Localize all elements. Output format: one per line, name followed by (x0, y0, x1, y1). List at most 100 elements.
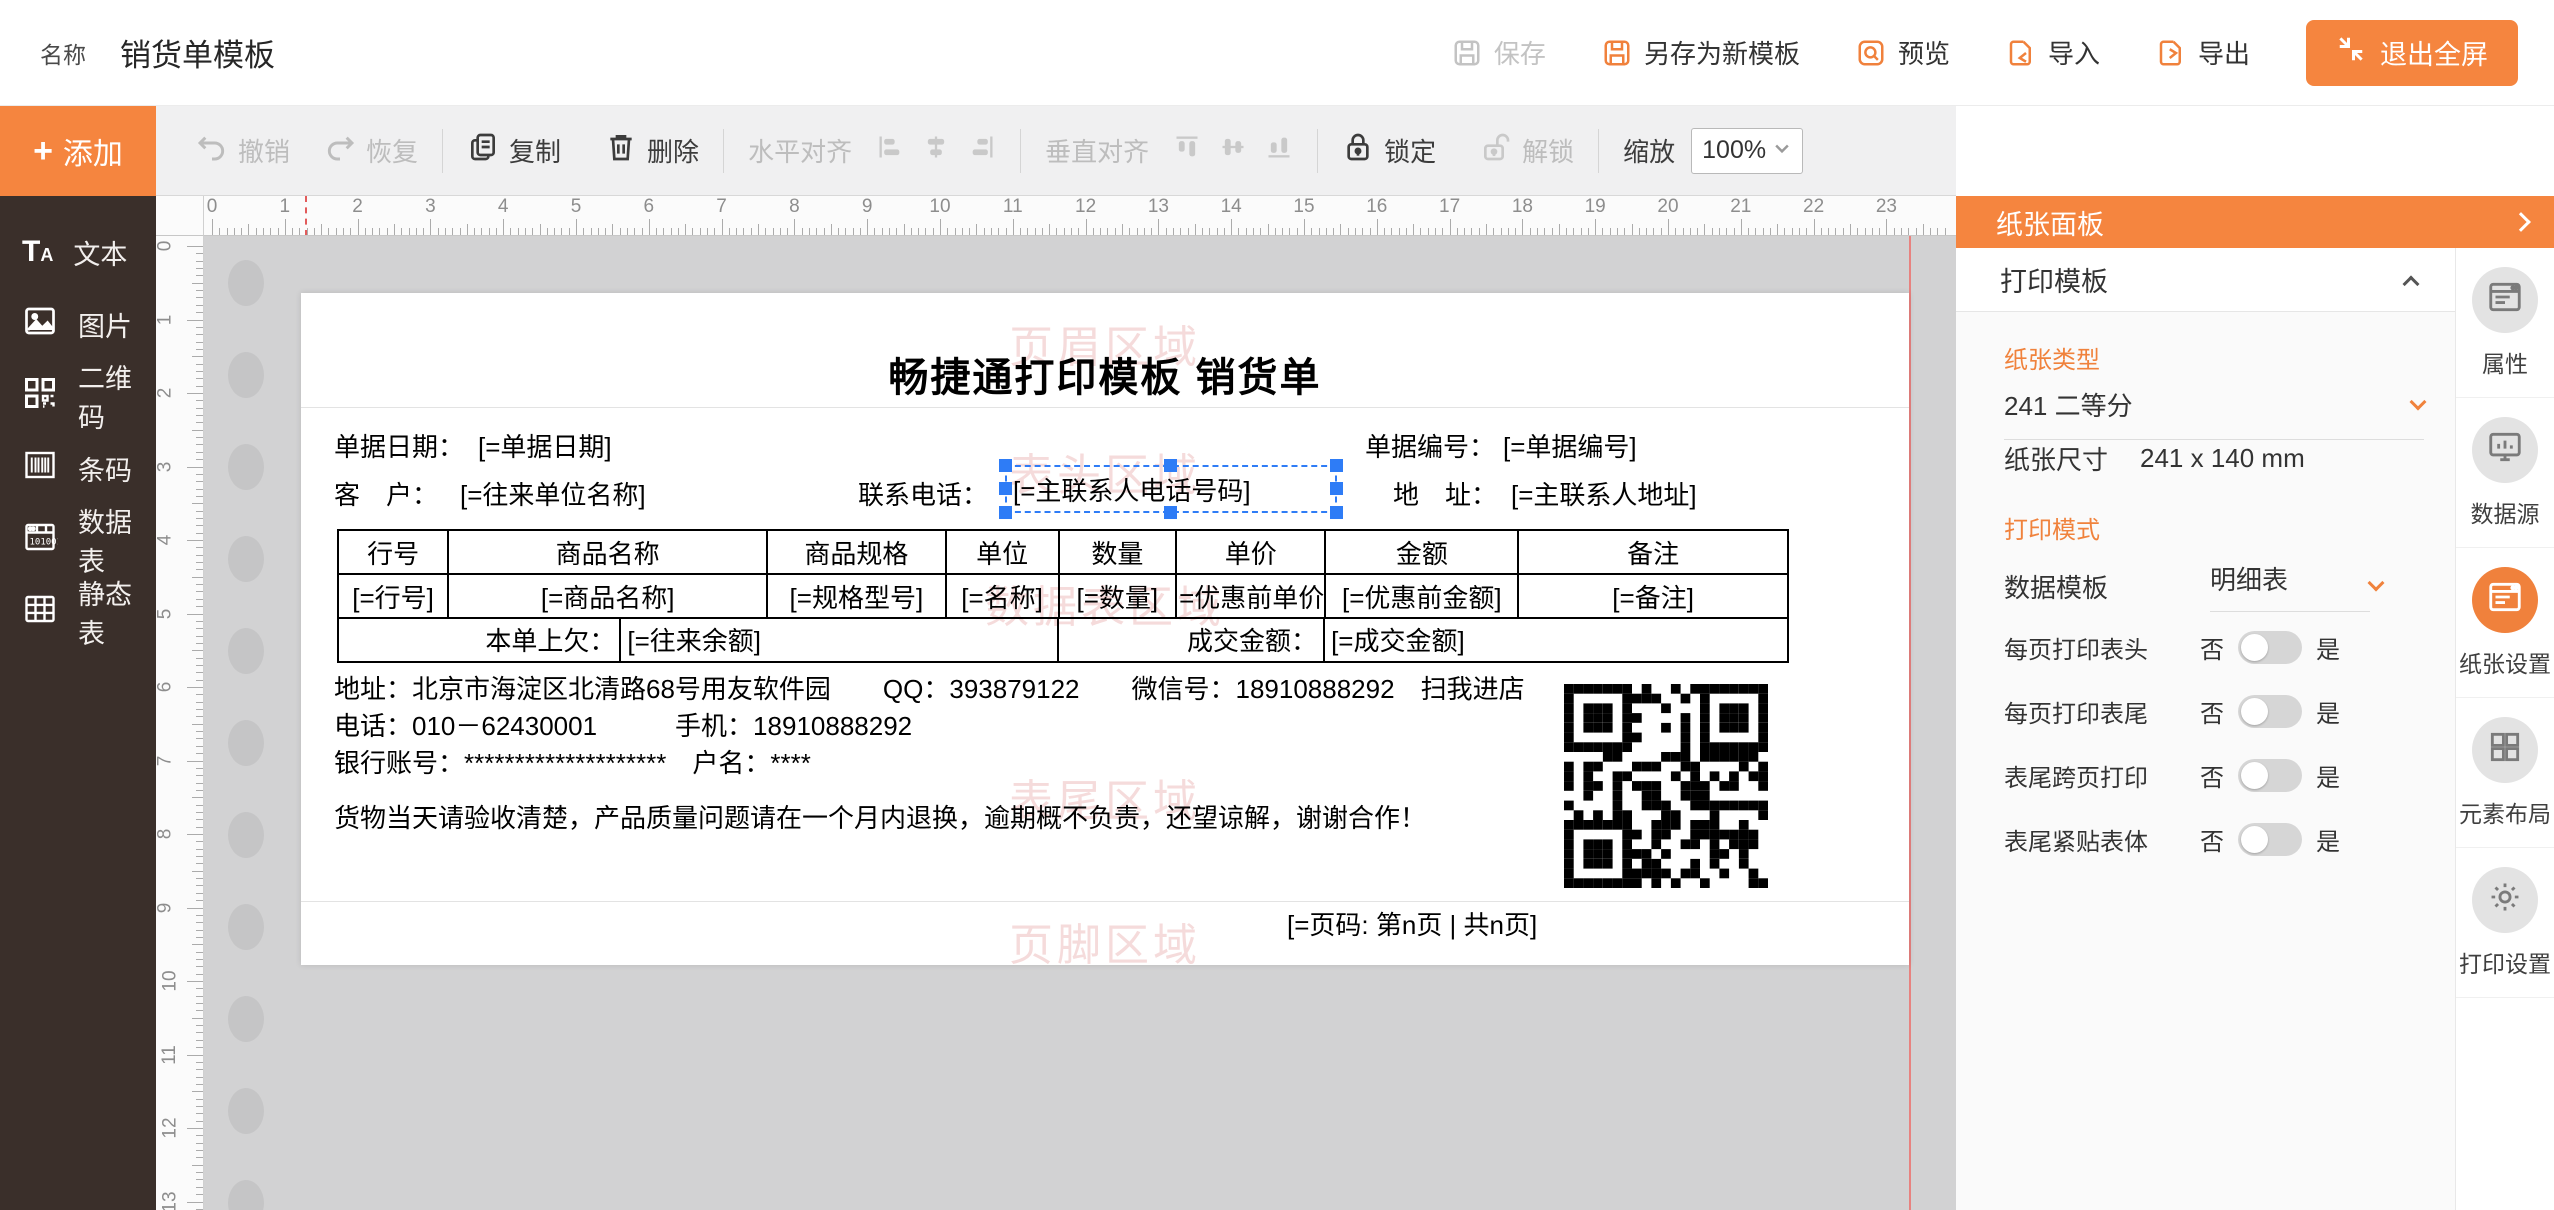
paper-type-heading: 纸张类型 (2004, 347, 2100, 374)
feed-hole (228, 536, 264, 582)
page-right-guide (1909, 236, 1911, 1210)
table-header-row: 行号 商品名称 商品规格 单位 数量 单价 金额 备注 (336, 529, 1789, 575)
preview-button[interactable]: 预览 (1856, 34, 1950, 71)
data-table-icon: 101001 (22, 519, 62, 562)
plus-icon: + (33, 131, 53, 170)
copy-button[interactable]: 复制 (467, 131, 561, 170)
feed-hole (228, 628, 264, 674)
sidebar-item-image[interactable]: 图片 (0, 288, 156, 360)
zoom-label: 缩放 (1623, 137, 1676, 167)
field-customer[interactable]: 客 户： [=往来单位名称] (334, 475, 646, 512)
field-doc-no[interactable]: 单据编号： [=单据编号] (1365, 427, 1637, 464)
template-name[interactable]: 销货单模板 (120, 30, 275, 75)
rail-item-datasource[interactable]: 数据源 (2456, 398, 2554, 548)
feed-hole (228, 720, 264, 766)
toggle-footer-span-pages[interactable] (2238, 759, 2302, 792)
chevron-up-icon (2402, 275, 2420, 292)
section-divider (301, 901, 1909, 902)
text-icon: TA (22, 235, 54, 268)
horizontal-align-group: 水平对齐 (748, 132, 996, 169)
sidebar-item-datatable[interactable]: 101001 数据表 (0, 504, 156, 577)
toggle-row-print-footer: 每页打印表尾否 是 (2004, 694, 2424, 729)
field-address[interactable]: 地 址： [=主联系人地址] (1393, 475, 1697, 512)
field-date[interactable]: 单据日期： [=单据日期] (334, 427, 612, 464)
paper-type-select[interactable]: 241 二等分 (2004, 386, 2427, 440)
feed-hole (228, 444, 264, 490)
paper-panel-header[interactable]: 纸张面板 (1956, 196, 2554, 248)
save-button[interactable]: 保存 (1452, 34, 1546, 71)
sidebar-item-text[interactable]: TA 文本 (0, 216, 156, 288)
field-phone-label: 联系电话： (858, 480, 989, 510)
toggle-footer-attach-body[interactable] (2238, 823, 2302, 856)
resize-handle[interactable] (999, 506, 1012, 519)
resize-handle[interactable] (1330, 506, 1343, 519)
unlock-button[interactable]: 解锁 (1480, 131, 1574, 170)
svg-text:101001: 101001 (30, 537, 59, 547)
save-as-button[interactable]: 另存为新模板 (1602, 34, 1800, 71)
selected-element-phone[interactable]: [=主联系人电话号码] (999, 459, 1343, 519)
toggle-row-print-header: 每页打印表头否 是 (2004, 630, 2424, 665)
resize-handle[interactable] (1330, 482, 1343, 495)
qrcode-icon (22, 375, 58, 418)
resize-handle[interactable] (1164, 506, 1177, 519)
redo-button[interactable]: 恢复 (324, 131, 418, 170)
section-divider (301, 407, 1909, 408)
print-template-section[interactable]: 打印模板 (1956, 248, 2455, 312)
undo-button[interactable]: 撤销 (196, 131, 290, 170)
align-left-icon[interactable] (876, 133, 904, 168)
import-icon (2006, 38, 2036, 68)
resize-handle[interactable] (999, 482, 1012, 495)
align-middle-icon[interactable] (1219, 133, 1247, 168)
rail-item-properties[interactable]: 属性 (2456, 248, 2554, 398)
sidebar-item-statictable[interactable]: 静态表 (0, 576, 156, 649)
feed-hole (228, 904, 264, 950)
footer-text-block[interactable]: 地址：北京市海淀区北清路68号用友软件园 QQ：393879122 微信号：18… (334, 671, 1554, 837)
sidebar-item-barcode[interactable]: 条码 (0, 432, 156, 504)
resize-handle[interactable] (1330, 459, 1343, 472)
vertical-align-group: 垂直对齐 (1045, 132, 1293, 169)
align-right-icon[interactable] (968, 133, 996, 168)
rail-item-paper-settings[interactable]: 纸张设置 (2456, 548, 2554, 698)
zoom-select[interactable]: 100% (1691, 127, 1804, 174)
export-button[interactable]: 导出 (2156, 34, 2250, 71)
items-table[interactable]: 行号 商品名称 商品规格 单位 数量 单价 金额 备注 [=行号] [=商品名称… (336, 529, 1789, 619)
undo-icon (196, 131, 228, 170)
export-icon (2156, 38, 2186, 68)
align-top-icon[interactable] (1173, 133, 1201, 168)
design-canvas[interactable]: 页眉区域 畅捷通打印模板 销货单 表头区域 单据日期： [=单据日期] 单据编号：… (204, 236, 1956, 1210)
lock-button[interactable]: 锁定 (1342, 131, 1436, 170)
element-sidebar: TA 文本 图片 二维码 条码 101001 数据表 静态表 (0, 196, 156, 1210)
table-data-row: [=行号] [=商品名称] [=规格型号] [=名称] [=数量] =优惠前单价… (336, 573, 1789, 619)
align-bottom-icon[interactable] (1265, 133, 1293, 168)
template-page[interactable]: 页眉区域 畅捷通打印模板 销货单 表头区域 单据日期： [=单据日期] 单据编号：… (301, 293, 1909, 970)
qr-code[interactable] (1564, 684, 1768, 888)
rail-item-print-settings[interactable]: 打印设置 (2456, 848, 2554, 998)
sidebar-item-qrcode[interactable]: 二维码 (0, 360, 156, 433)
resize-handle[interactable] (1164, 459, 1177, 472)
rail-item-element-layout[interactable]: 元素布局 (2456, 698, 2554, 848)
copy-icon (467, 131, 499, 170)
image-icon (22, 303, 58, 346)
feed-hole (228, 1088, 264, 1134)
page-number-field[interactable]: [=页码: 第n页 | 共n页] (1287, 905, 1537, 942)
toggle-print-footer[interactable] (2238, 695, 2302, 728)
barcode-icon (22, 447, 58, 490)
delete-button[interactable]: 删除 (605, 131, 699, 170)
horizontal-ruler: 0 1 2 3 4 5 6 7 8 9 10 11 12 13 14 15 16 17 18 19 20 21 22 23 (204, 196, 1956, 236)
exit-fullscreen-button[interactable]: 退出全屏 (2306, 19, 2518, 86)
save-icon (1452, 38, 1482, 68)
table-footer-row[interactable]: 本单上欠： [=往来余额] 成交金额： [=成交金额] (337, 617, 1789, 663)
properties-icon (2486, 278, 2524, 321)
align-center-h-icon[interactable] (922, 133, 950, 168)
document-title[interactable]: 畅捷通打印模板 销货单 (301, 345, 1909, 403)
feed-hole (228, 260, 264, 306)
add-button[interactable]: + 添加 (0, 106, 156, 196)
toggle-print-header[interactable] (2238, 631, 2302, 664)
panel-body: 纸张类型 241 二等分 纸张尺寸 241 x 140 mm 打印模式 数据模板… (1956, 312, 2455, 1210)
resize-handle[interactable] (999, 459, 1012, 472)
feed-hole (228, 352, 264, 398)
chevron-down-icon (2409, 393, 2427, 410)
data-template-select[interactable]: 数据模板 明细表 (2004, 560, 2424, 612)
import-button[interactable]: 导入 (2006, 34, 2100, 71)
preview-icon (1856, 38, 1886, 68)
